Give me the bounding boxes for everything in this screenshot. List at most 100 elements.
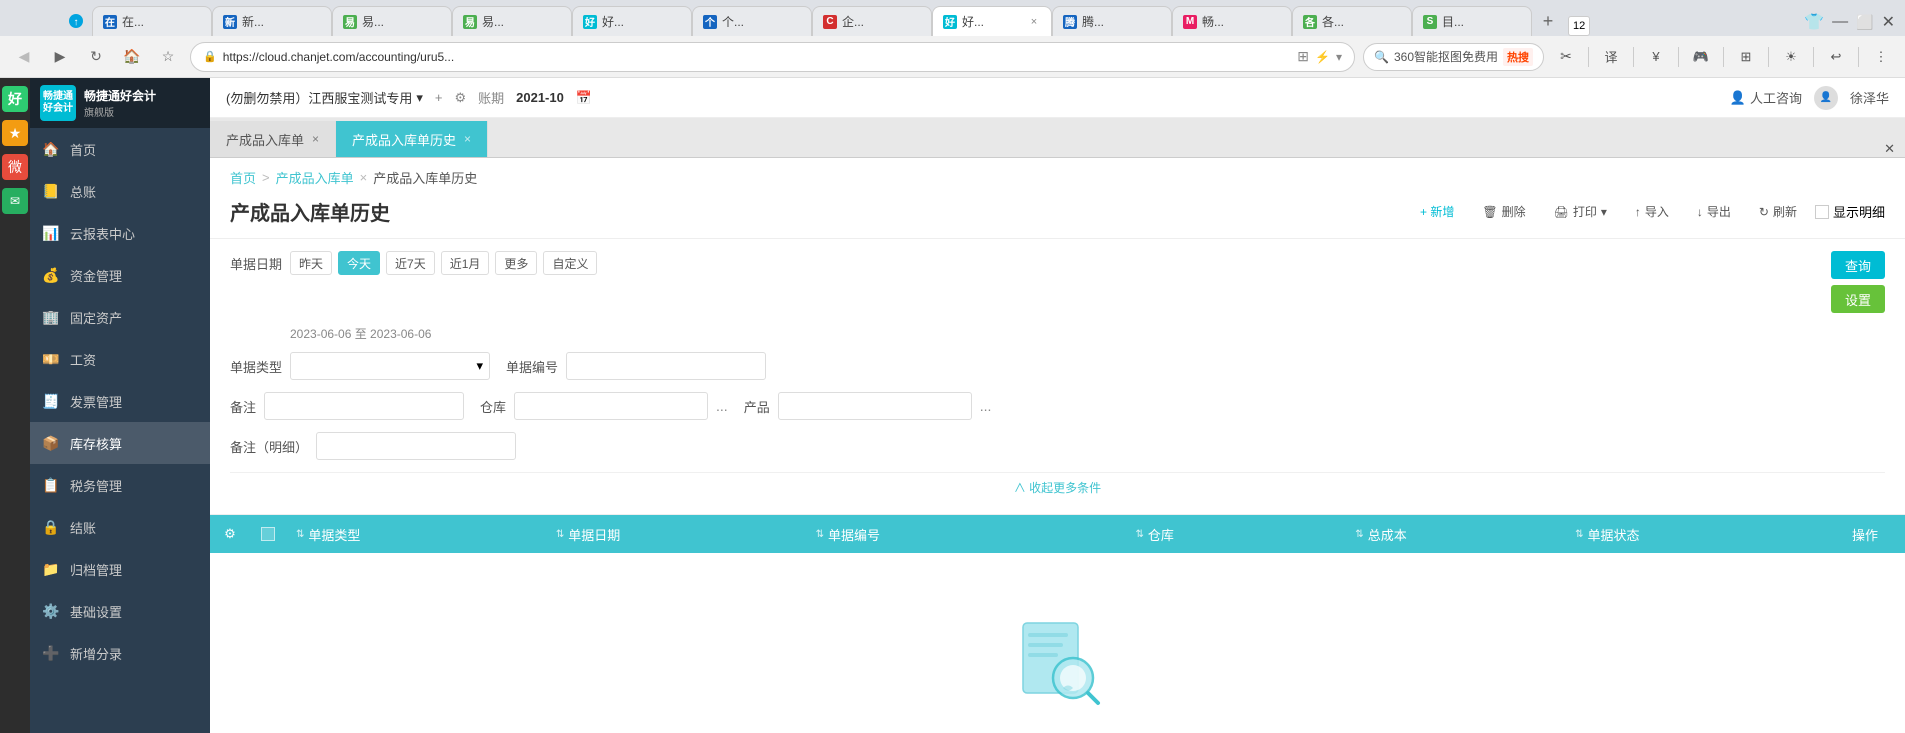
product-input[interactable] [778,392,972,420]
tab-9[interactable]: 腾 腾... [1052,6,1172,36]
sidebar-item-tax[interactable]: 📋 税务管理 [30,464,210,506]
tab-2[interactable]: 新 新... [212,6,332,36]
address-input[interactable]: 🔒 https://cloud.chanjet.com/accounting/u… [190,42,1355,72]
th-warehouse[interactable]: ⇅ 仓库 [1125,525,1345,544]
voucher-number-input[interactable] [566,352,766,380]
export-button[interactable]: ↓ 导出 [1687,198,1741,226]
tab-voucher-list-close[interactable]: × [312,132,319,146]
breadcrumb-list[interactable]: 产成品入库单 [276,168,354,187]
th-voucher-type[interactable]: ⇅ 单据类型 [286,525,546,544]
sidebar-item-salary[interactable]: 💴 工资 [30,338,210,380]
sidebar-item-closing[interactable]: 🔒 结账 [30,506,210,548]
tab-6[interactable]: 个 个... [692,6,812,36]
refresh-button-page[interactable]: ↻ 刷新 [1749,198,1807,226]
tab-3[interactable]: 易 易... [332,6,452,36]
close-button[interactable]: ✕ [1882,12,1895,32]
undo-icon[interactable]: ↩ [1822,43,1850,71]
date-btn-1month[interactable]: 近1月 [441,251,490,275]
product-dots-icon[interactable]: ... [980,398,992,414]
th-number[interactable]: ⇅ 单据编号 [806,525,1126,544]
brightness-icon[interactable]: ☀ [1777,43,1805,71]
bookmark-button[interactable]: ☆ [154,43,182,71]
tab-1[interactable]: 在 在... [92,6,212,36]
home-button[interactable]: 🏠 [118,43,146,71]
minimize-button[interactable]: — [1832,13,1848,31]
user-avatar[interactable]: 👤 [1814,86,1838,110]
search-box[interactable]: 🔍 360智能抠图免费用 热搜 [1363,43,1544,71]
sidebar-item-ledger[interactable]: 📒 总账 [30,170,210,212]
print-button[interactable]: 🖨 打印 ▾ [1544,198,1617,226]
note-detail-input[interactable] [316,432,516,460]
new-tab-button[interactable]: + [1532,6,1564,36]
th-status[interactable]: ⇅ 单据状态 [1565,525,1825,544]
sidebar-item-new-entry[interactable]: ➕ 新增分录 [30,632,210,674]
voucher-number-label: 单据编号 [506,357,558,376]
translate-icon[interactable]: 译 [1597,43,1625,71]
add-company-button[interactable]: + [435,90,443,105]
calendar-icon[interactable]: 📅 [576,90,592,106]
sidebar-item-home[interactable]: 🏠 首页 [30,128,210,170]
sidebar-item-basic[interactable]: ⚙️ 基础设置 [30,590,210,632]
th-total-cost[interactable]: ⇅ 总成本 [1345,525,1565,544]
sidebar-item-fund[interactable]: 💰 资金管理 [30,254,210,296]
collapse-row[interactable]: ∧ 收起更多条件 [230,472,1885,502]
scissor-icon[interactable]: ✂ [1552,43,1580,71]
show-detail-checkbox[interactable] [1815,205,1829,219]
warehouse-dots-icon[interactable]: ... [716,398,728,414]
date-btn-today[interactable]: 今天 [338,251,380,275]
th-checkbox-box[interactable] [261,527,275,541]
forward-button[interactable]: ▶ [46,43,74,71]
tab-12[interactable]: S 目... [1412,6,1532,36]
yuan-icon[interactable]: ¥ [1642,43,1670,71]
back-button[interactable]: ◀ [10,43,38,71]
import-button[interactable]: ↑ 导入 [1625,198,1679,226]
more-icon[interactable]: ⋮ [1867,43,1895,71]
tab-8[interactable]: 好 好... × [932,6,1052,36]
breadcrumb-home[interactable]: 首页 [230,168,256,187]
tab-8-close[interactable]: × [1027,15,1041,29]
add-button[interactable]: + 新增 [1410,198,1464,226]
voucher-type-select[interactable]: ▾ [290,352,490,380]
date-btn-7days[interactable]: 近7天 [386,251,435,275]
sidebar-item-inventory-label: 库存核算 [70,434,122,453]
date-btn-yesterday[interactable]: 昨天 [290,251,332,275]
refresh-button[interactable]: ↻ [82,43,110,71]
date-btn-custom[interactable]: 自定义 [543,251,597,275]
company-select[interactable]: (勿删勿禁用）江西服宝测试专用 ▾ [226,88,423,107]
tab-7[interactable]: C 企... [812,6,932,36]
tab-4[interactable]: 易 易... [452,6,572,36]
grid-apps-icon[interactable]: ⊞ [1732,43,1760,71]
tab-5[interactable]: 好 好... [572,6,692,36]
sidebar-item-cloud-report[interactable]: 📊 云报表中心 [30,212,210,254]
note-input[interactable] [264,392,464,420]
app-logo-icon[interactable]: 好 [2,86,28,112]
gamepad-icon[interactable]: 🎮 [1687,43,1715,71]
query-button[interactable]: 查询 [1831,251,1885,279]
tab-voucher-list[interactable]: 产成品入库单 × [210,121,336,157]
sidebar-item-inventory[interactable]: 📦 库存核算 [30,422,210,464]
settings-gear-icon[interactable]: ⚙ [454,90,466,106]
sidebar-item-fixed-assets[interactable]: 🏢 固定资产 [30,296,210,338]
maximize-button[interactable]: ⬜ [1856,14,1873,31]
warehouse-input[interactable] [514,392,708,420]
th-date[interactable]: ⇅ 单据日期 [546,525,806,544]
user-service-button[interactable]: 👤 人工咨询 [1730,88,1802,107]
sidebar-mail-icon[interactable]: ✉ [2,188,28,214]
settings-button[interactable]: 设置 [1831,285,1885,313]
delete-button[interactable]: 🗑 删除 [1472,198,1535,226]
salary-icon: 💴 [42,350,60,368]
sidebar-item-archive[interactable]: 📁 归档管理 [30,548,210,590]
tab-11[interactable]: 各 各... [1292,6,1412,36]
tab-count-badge[interactable]: 12 [1568,16,1590,36]
sidebar-weibo-icon[interactable]: 微 [2,154,28,180]
sidebar-star-icon[interactable]: ★ [2,120,28,146]
tab-voucher-history-close[interactable]: × [464,132,471,146]
chevron-down-icon[interactable]: ▾ [1336,50,1342,64]
th-gear[interactable]: ⚙ [210,526,250,542]
tab-voucher-history[interactable]: 产成品入库单历史 × [336,121,488,157]
close-panel-button[interactable]: ✕ [1874,141,1905,157]
date-btn-more[interactable]: 更多 [495,251,537,275]
th-checkbox[interactable] [250,527,286,541]
tab-10[interactable]: M 畅... [1172,6,1292,36]
sidebar-item-invoice[interactable]: 🧾 发票管理 [30,380,210,422]
